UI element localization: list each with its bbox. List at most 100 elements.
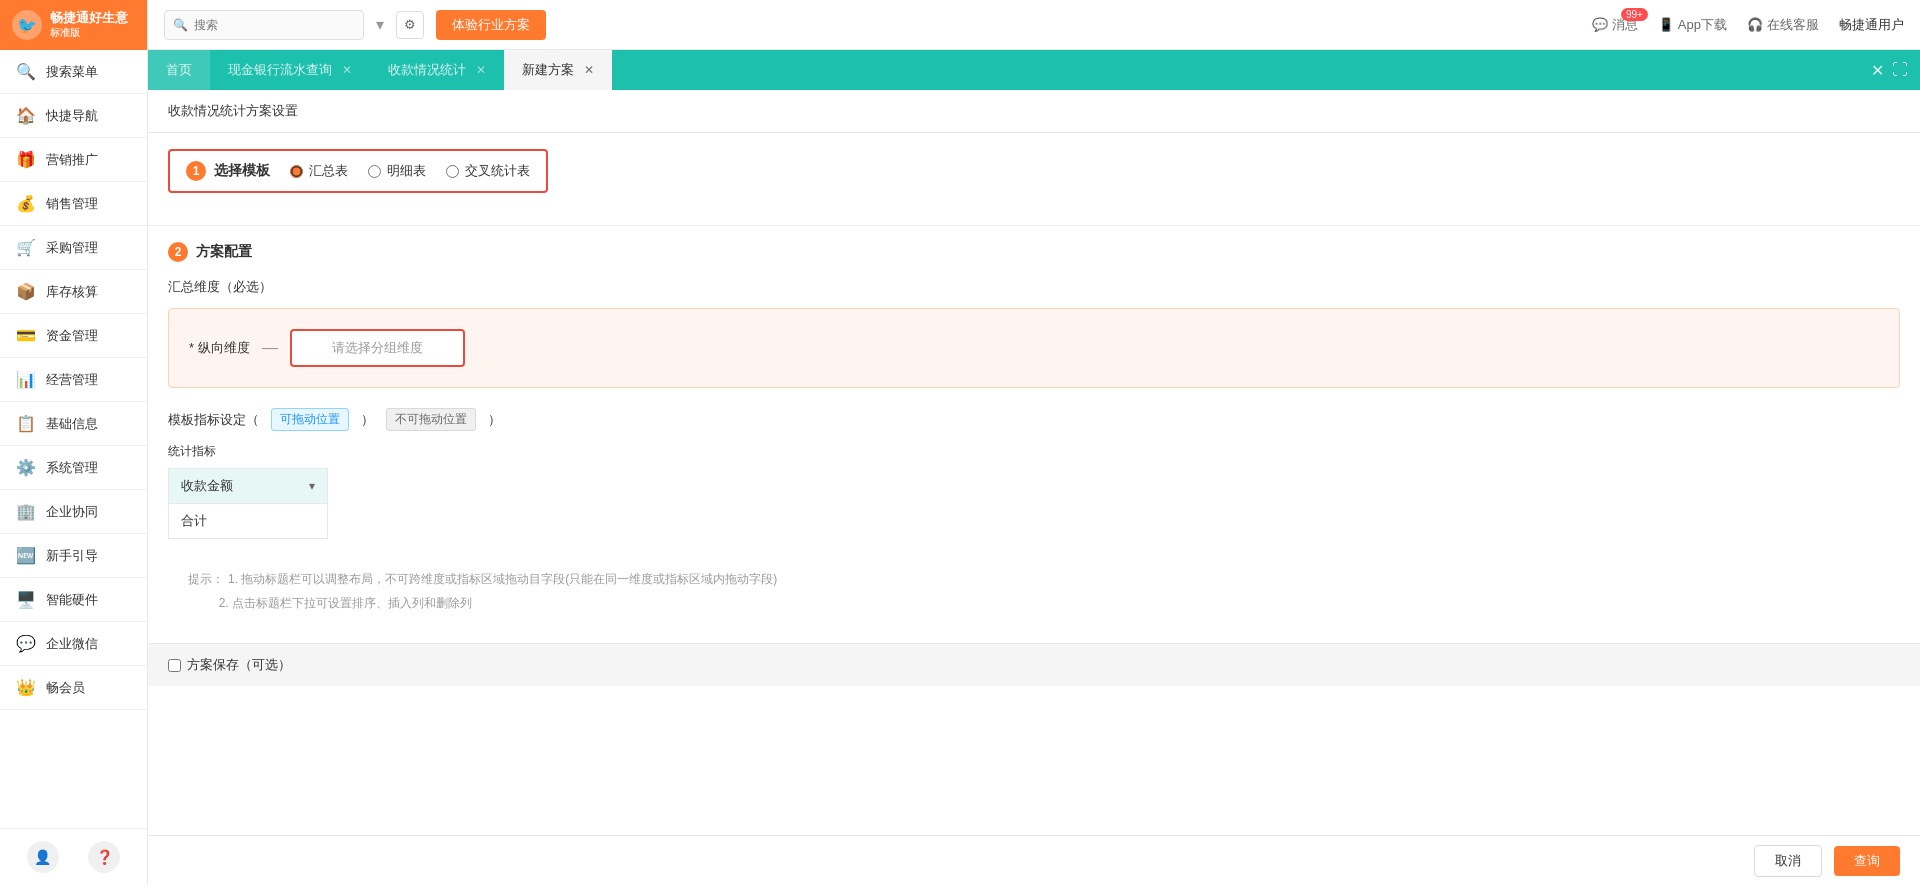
search-input[interactable]	[194, 18, 334, 32]
row-dim-label: * 纵向维度	[189, 339, 250, 357]
content-area: 收款情况统计方案设置 1 选择模板 汇总表	[148, 90, 1920, 835]
tips-item-2: 2. 点击标题栏下拉可设置排序、插入列和删除列	[188, 591, 1880, 615]
tabbar: 首页 现金银行流水查询 ✕ 收款情况统计 ✕ 新建方案 ✕ ✕ ⛶	[148, 50, 1920, 90]
tabbar-expand-icon[interactable]: ⛶	[1892, 61, 1908, 79]
metrics-dropdown-arrow[interactable]: ▾	[309, 479, 315, 493]
search-icon: 🔍	[173, 18, 188, 32]
member-icon: 👑	[16, 678, 36, 697]
page-header: 收款情况统计方案设置	[148, 90, 1920, 133]
tips-item-1: 提示： 1. 拖动标题栏可以调整布局，不可跨维度或指标区域拖动目字段(只能在同一…	[188, 567, 1880, 591]
save-plan-checkbox-group[interactable]: 方案保存（可选）	[168, 656, 291, 674]
hardware-icon: 🖥️	[16, 590, 36, 609]
sidebar-bottom-icon-right[interactable]: ❓	[88, 841, 120, 873]
trial-industry-btn[interactable]: 体验行业方案	[436, 10, 546, 40]
tab-bank-flow[interactable]: 现金银行流水查询 ✕	[210, 50, 370, 90]
sidebar-bottom: 👤 ❓	[0, 828, 147, 885]
radio-detail[interactable]: 明细表	[368, 162, 426, 180]
main-area: 🔍 ▾ ⚙ 体验行业方案 💬 消息 99+ 📱 App下载 🎧 在线客服 畅捷通…	[148, 0, 1920, 885]
topbar-right: 💬 消息 99+ 📱 App下载 🎧 在线客服 畅捷通用户	[1592, 16, 1904, 34]
sidebar-item-basic[interactable]: 📋 基础信息	[0, 402, 147, 446]
sidebar-item-operation[interactable]: 📊 经营管理	[0, 358, 147, 402]
save-plan-label[interactable]: 方案保存（可选）	[187, 656, 291, 674]
username-label: 畅捷通用户	[1839, 16, 1904, 34]
radio-summary[interactable]: 汇总表	[290, 162, 348, 180]
step2-label: 方案配置	[196, 243, 252, 261]
tab-receipt-stats-close[interactable]: ✕	[476, 63, 486, 77]
draggable-tag: 可拖动位置	[271, 408, 349, 431]
step2-header: 2 方案配置	[168, 242, 1900, 262]
stats-label: 统计指标	[168, 439, 328, 464]
sidebar-item-sales[interactable]: 💰 销售管理	[0, 182, 147, 226]
sidebar-item-enterprise[interactable]: 🏢 企业协同	[0, 490, 147, 534]
topbar-search-box[interactable]: 🔍	[164, 10, 364, 40]
gift-icon: 🎁	[16, 150, 36, 169]
step1-section: 1 选择模板 汇总表 明细表	[148, 133, 1920, 225]
sidebar-item-system[interactable]: ⚙️ 系统管理	[0, 446, 147, 490]
sidebar-item-member[interactable]: 👑 畅会员	[0, 666, 147, 710]
logo-text: 畅捷通好生意 标准版	[50, 10, 128, 40]
dim-select-btn[interactable]: 请选择分组维度	[290, 329, 465, 367]
purchase-icon: 🛒	[16, 238, 36, 257]
metrics-stats-section: 统计指标 收款金额 ▾ 合计	[168, 439, 328, 539]
step1-header: 1 选择模板 汇总表 明细表	[168, 149, 1900, 193]
guide-icon: 🆕	[16, 546, 36, 565]
message-icon: 💬	[1592, 17, 1608, 32]
sidebar-item-wechat[interactable]: 💬 企业微信	[0, 622, 147, 666]
action-bar: 取消 查询	[148, 835, 1920, 885]
inventory-icon: 📦	[16, 282, 36, 301]
wechat-icon: 💬	[16, 634, 36, 653]
sidebar-item-finance[interactable]: 💳 资金管理	[0, 314, 147, 358]
topbar-gear-btn[interactable]: ⚙	[396, 11, 424, 39]
tab-new-plan-close[interactable]: ✕	[584, 63, 594, 77]
message-btn[interactable]: 💬 消息 99+	[1592, 16, 1638, 34]
content-inner: 收款情况统计方案设置 1 选择模板 汇总表	[148, 90, 1920, 835]
sidebar-item-inventory[interactable]: 📦 库存核算	[0, 270, 147, 314]
query-button[interactable]: 查询	[1834, 846, 1900, 876]
tips-label: 提示：	[188, 567, 224, 591]
tabbar-actions: ✕ ⛶	[1871, 61, 1920, 80]
logo-icon: 🐦	[12, 10, 42, 40]
operation-icon: 📊	[16, 370, 36, 389]
sidebar-item-quick-nav[interactable]: 🏠 快捷导航	[0, 94, 147, 138]
footer-section: 方案保存（可选）	[148, 643, 1920, 686]
template-radio-group: 汇总表 明细表 交叉统计表	[290, 162, 530, 180]
template-selection-box: 1 选择模板 汇总表 明细表	[168, 149, 548, 193]
sidebar-logo: 🐦 畅捷通好生意 标准版	[0, 0, 147, 50]
sidebar-item-hardware[interactable]: 🖥️ 智能硬件	[0, 578, 147, 622]
metrics-table: 收款金额 ▾ 合计	[168, 468, 328, 539]
tab-receipt-stats[interactable]: 收款情况统计 ✕	[370, 50, 504, 90]
dimension-title: 汇总维度（必选）	[168, 278, 1900, 296]
cancel-button[interactable]: 取消	[1754, 845, 1822, 877]
sidebar-item-guide[interactable]: 🆕 新手引导	[0, 534, 147, 578]
save-plan-checkbox[interactable]	[168, 659, 181, 672]
page-title: 收款情况统计方案设置	[168, 103, 298, 118]
step2-badge: 2	[168, 242, 188, 262]
tabbar-close-all-icon[interactable]: ✕	[1871, 61, 1884, 80]
topbar: 🔍 ▾ ⚙ 体验行业方案 💬 消息 99+ 📱 App下载 🎧 在线客服 畅捷通…	[148, 0, 1920, 50]
metrics-table-row-total: 合计	[169, 504, 327, 538]
topbar-dropdown-arrow[interactable]: ▾	[376, 15, 384, 34]
sidebar-item-purchase[interactable]: 🛒 采购管理	[0, 226, 147, 270]
tab-home[interactable]: 首页	[148, 50, 210, 90]
tab-bank-flow-close[interactable]: ✕	[342, 63, 352, 77]
metrics-layout: 统计指标 收款金额 ▾ 合计	[168, 439, 1900, 539]
online-support-btn[interactable]: 🎧 在线客服	[1747, 16, 1819, 34]
non-draggable-tag: 不可拖动位置	[386, 408, 476, 431]
app-download-btn[interactable]: 📱 App下载	[1658, 16, 1727, 34]
radio-crosstab[interactable]: 交叉统计表	[446, 162, 530, 180]
sidebar-bottom-icon-left[interactable]: 👤	[27, 841, 59, 873]
basic-icon: 📋	[16, 414, 36, 433]
home-icon: 🏠	[16, 106, 36, 125]
support-icon: 🎧	[1747, 17, 1763, 32]
metrics-header: 模板指标设定（ 可拖动位置 ） 不可拖动位置 ）	[168, 408, 1900, 431]
sidebar-item-marketing[interactable]: 🎁 营销推广	[0, 138, 147, 182]
finance-icon: 💳	[16, 326, 36, 345]
enterprise-icon: 🏢	[16, 502, 36, 521]
metrics-table-header: 收款金额 ▾	[169, 469, 327, 504]
search-icon: 🔍	[16, 62, 36, 81]
tab-new-plan[interactable]: 新建方案 ✕	[504, 50, 612, 90]
sidebar-item-search[interactable]: 🔍 搜索菜单	[0, 50, 147, 94]
sales-icon: 💰	[16, 194, 36, 213]
system-icon: ⚙️	[16, 458, 36, 477]
tips-section: 提示： 1. 拖动标题栏可以调整布局，不可跨维度或指标区域拖动目字段(只能在同一…	[168, 555, 1900, 627]
